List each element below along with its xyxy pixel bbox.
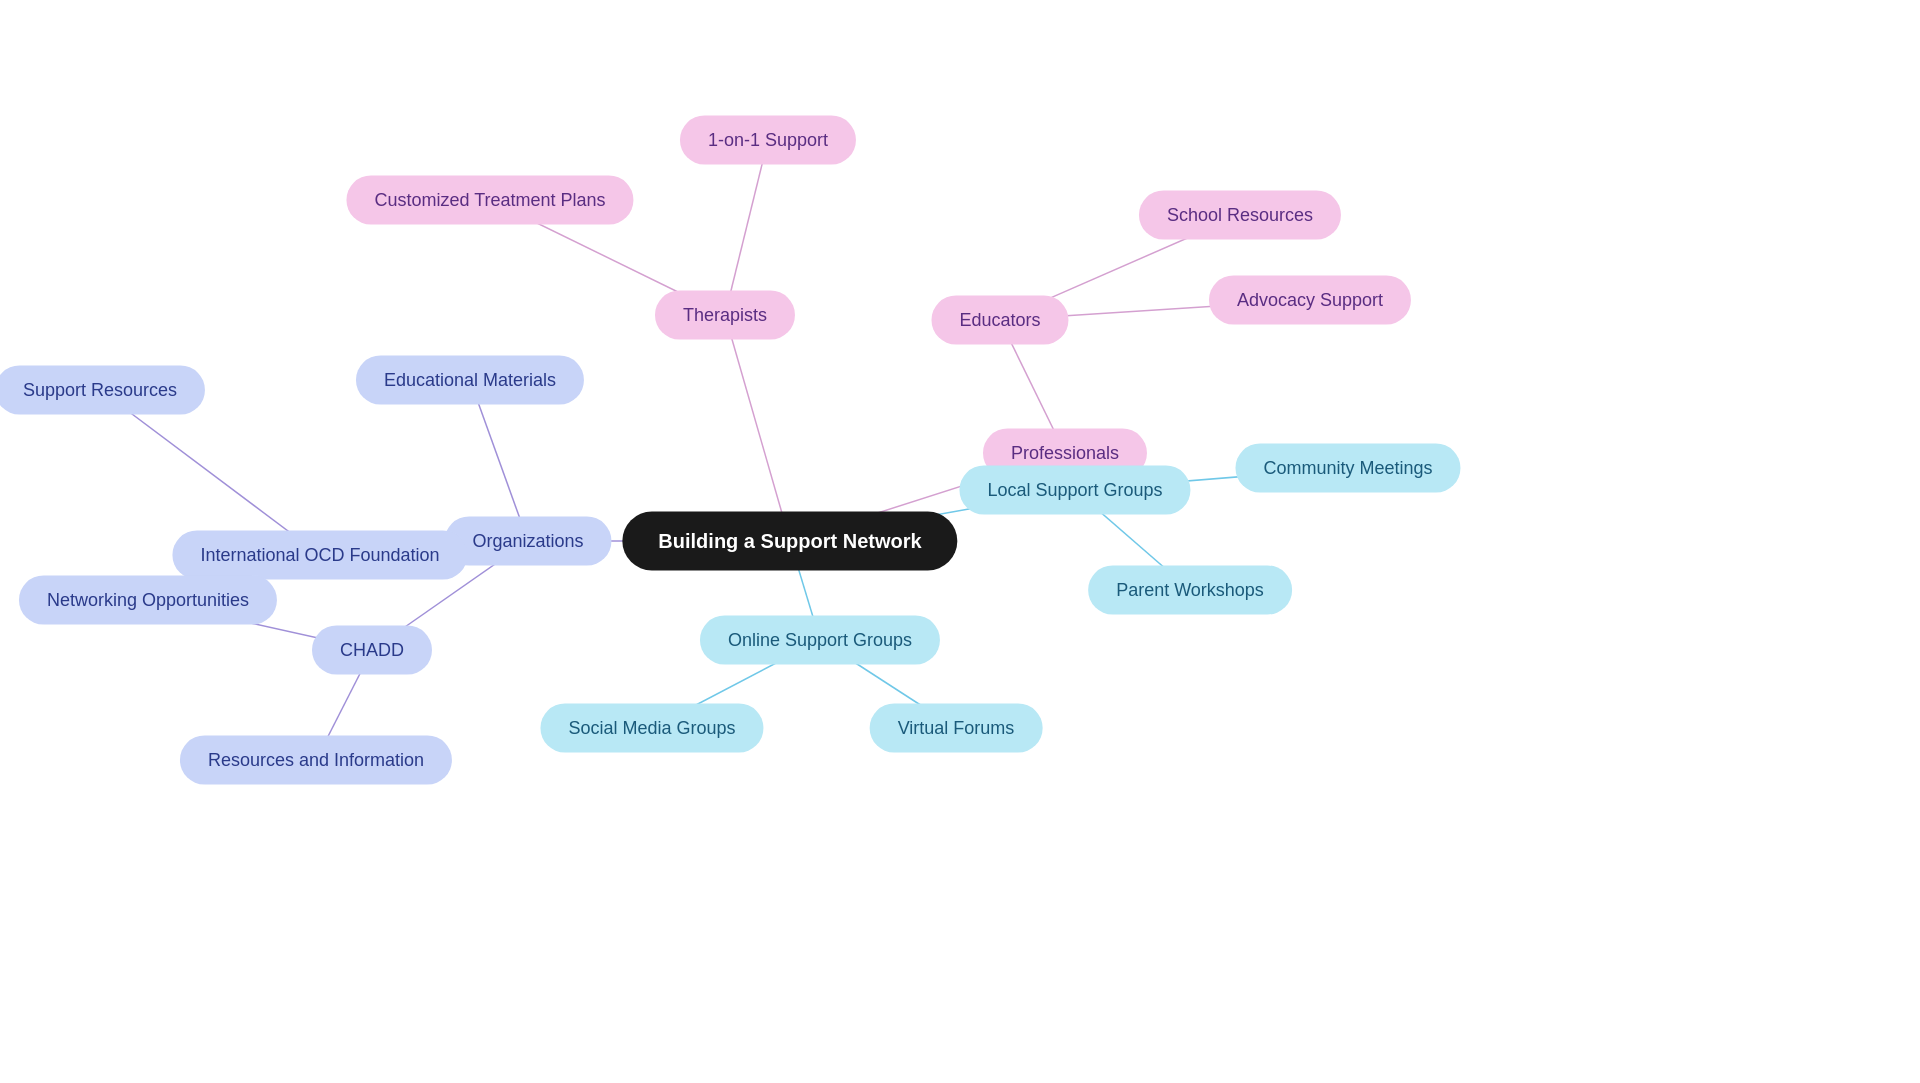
- center-node: Building a Support Network: [622, 512, 957, 571]
- intl-ocd-node[interactable]: International OCD Foundation: [172, 531, 467, 580]
- advocacy-support-node[interactable]: Advocacy Support: [1209, 276, 1411, 325]
- customized-treatment-node[interactable]: Customized Treatment Plans: [346, 176, 633, 225]
- virtual-forums-node[interactable]: Virtual Forums: [870, 704, 1043, 753]
- local-support-groups-node[interactable]: Local Support Groups: [959, 466, 1190, 515]
- community-meetings-node[interactable]: Community Meetings: [1235, 444, 1460, 493]
- educators-node[interactable]: Educators: [931, 296, 1068, 345]
- educational-materials-node[interactable]: Educational Materials: [356, 356, 584, 405]
- support-resources-node[interactable]: Support Resources: [0, 366, 205, 415]
- therapists-node[interactable]: Therapists: [655, 291, 795, 340]
- organizations-node[interactable]: Organizations: [444, 517, 611, 566]
- resources-info-node[interactable]: Resources and Information: [180, 736, 452, 785]
- parent-workshops-node[interactable]: Parent Workshops: [1088, 566, 1292, 615]
- one-on-one-node[interactable]: 1-on-1 Support: [680, 116, 856, 165]
- online-support-groups-node[interactable]: Online Support Groups: [700, 616, 940, 665]
- social-media-groups-node[interactable]: Social Media Groups: [540, 704, 763, 753]
- chadd-node[interactable]: CHADD: [312, 626, 432, 675]
- svg-line-0: [725, 315, 790, 541]
- school-resources-node[interactable]: School Resources: [1139, 191, 1341, 240]
- networking-opportunities-node[interactable]: Networking Opportunities: [19, 576, 277, 625]
- svg-line-1: [725, 140, 768, 315]
